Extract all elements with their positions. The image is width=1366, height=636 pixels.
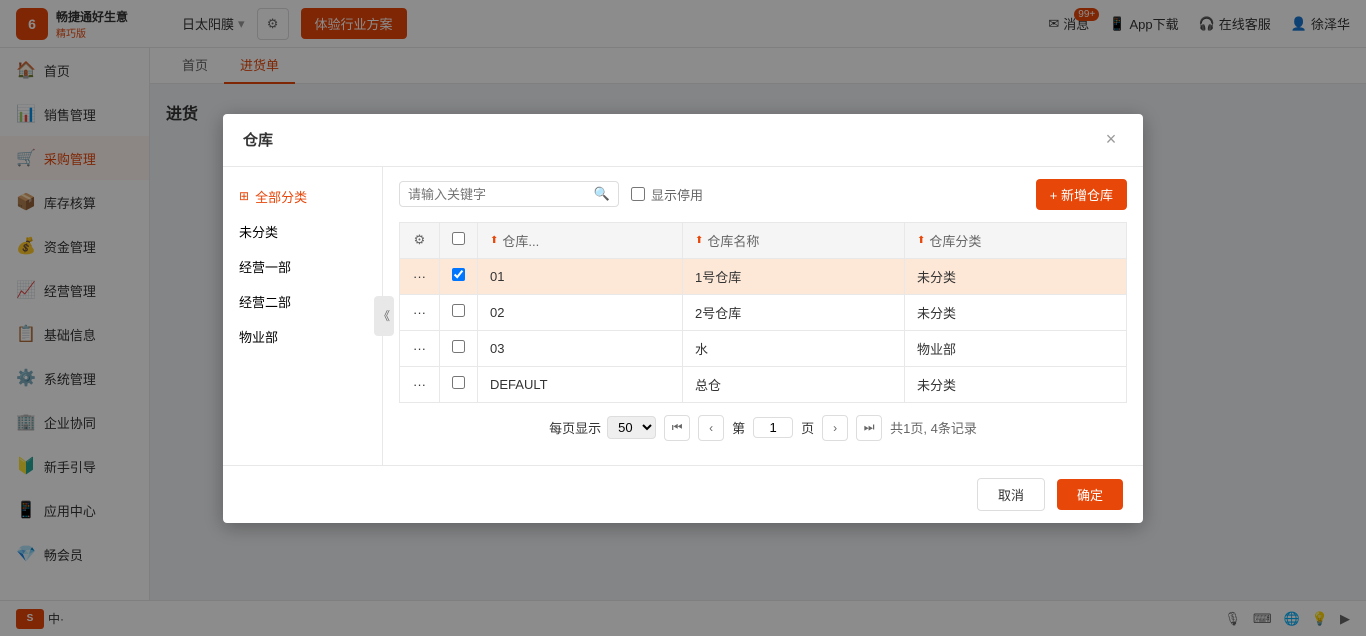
page-number-input[interactable] — [753, 417, 793, 438]
tree-panel: ⊞全部分类未分类经营一部经营二部物业部 《 — [223, 167, 383, 465]
tree-item-ops2[interactable]: 经营二部 — [223, 284, 382, 319]
table-row[interactable]: ··· 02 2号仓库 未分类 — [400, 294, 1127, 330]
row-code: DEFAULT — [478, 366, 683, 402]
tree-item-all[interactable]: ⊞全部分类 — [223, 179, 382, 214]
table-row[interactable]: ··· 01 1号仓库 未分类 — [400, 258, 1127, 294]
row-category: 物业部 — [904, 330, 1126, 366]
check-column-header — [440, 222, 478, 258]
row-actions[interactable]: ··· — [400, 366, 440, 402]
warehouse-modal: 仓库 × ⊞全部分类未分类经营一部经营二部物业部 《 🔍 — [223, 114, 1143, 523]
cancel-button[interactable]: 取消 — [977, 478, 1045, 511]
confirm-button[interactable]: 确定 — [1057, 479, 1123, 510]
sort-icon-name: ⬆ — [695, 235, 703, 246]
sort-icon: ⬆ — [490, 235, 498, 246]
tree-item-property[interactable]: 物业部 — [223, 319, 382, 354]
modal-footer: 取消 确定 — [223, 465, 1143, 523]
page-info: 共1页, 4条记录 — [890, 418, 977, 437]
row-checkbox-0[interactable] — [452, 268, 465, 281]
page-size-selector: 每页显示 50 — [549, 416, 656, 439]
row-category: 未分类 — [904, 258, 1126, 294]
search-input[interactable] — [408, 187, 594, 202]
table-toolbar: 🔍 显示停用 + 新增仓库 — [399, 179, 1127, 210]
code-column-header: ⬆ 仓库... — [478, 222, 683, 258]
row-checkbox-2[interactable] — [452, 340, 465, 353]
table-row[interactable]: ··· DEFAULT 总仓 未分类 — [400, 366, 1127, 402]
modal-close-button[interactable]: × — [1099, 128, 1123, 152]
row-checkbox-3[interactable] — [452, 376, 465, 389]
row-name: 1号仓库 — [683, 258, 905, 294]
warehouse-table: ⚙ ⬆ 仓库... — [399, 222, 1127, 403]
table-header: ⚙ ⬆ 仓库... — [400, 222, 1127, 258]
row-code: 02 — [478, 294, 683, 330]
show-disabled-option: 显示停用 — [631, 185, 703, 204]
row-category: 未分类 — [904, 366, 1126, 402]
table-row[interactable]: ··· 03 水 物业部 — [400, 330, 1127, 366]
page-size-select[interactable]: 50 — [607, 416, 656, 439]
row-code: 01 — [478, 258, 683, 294]
modal-title: 仓库 — [243, 129, 273, 150]
last-page-button[interactable]: ⏭ — [856, 415, 882, 441]
row-actions[interactable]: ··· — [400, 258, 440, 294]
modal-header: 仓库 × — [223, 114, 1143, 167]
next-page-button[interactable]: › — [822, 415, 848, 441]
row-name: 总仓 — [683, 366, 905, 402]
actions-column-header: ⚙ — [400, 222, 440, 258]
tree-items: ⊞全部分类未分类经营一部经营二部物业部 — [223, 179, 382, 354]
table-panel: 🔍 显示停用 + 新增仓库 ⚙ — [383, 167, 1143, 465]
row-check-cell — [440, 258, 478, 294]
name-column-header: ⬆ 仓库名称 — [683, 222, 905, 258]
row-check-cell — [440, 366, 478, 402]
row-category: 未分类 — [904, 294, 1126, 330]
row-actions[interactable]: ··· — [400, 294, 440, 330]
row-name: 水 — [683, 330, 905, 366]
tree-item-none[interactable]: 未分类 — [223, 214, 382, 249]
pagination: 每页显示 50 ⏮ ‹ 第 页 › ⏭ 共1页, 4条记录 — [399, 403, 1127, 453]
row-check-cell — [440, 294, 478, 330]
modal-overlay: 仓库 × ⊞全部分类未分类经营一部经营二部物业部 《 🔍 — [0, 0, 1366, 636]
modal-body: ⊞全部分类未分类经营一部经营二部物业部 《 🔍 显示停用 + 新增仓库 — [223, 167, 1143, 465]
category-column-header: ⬆ 仓库分类 — [904, 222, 1126, 258]
sort-icon-category: ⬆ — [917, 235, 925, 246]
search-box: 🔍 — [399, 181, 619, 207]
tree-item-ops1[interactable]: 经营一部 — [223, 249, 382, 284]
add-warehouse-button[interactable]: + 新增仓库 — [1036, 179, 1127, 210]
first-page-button[interactable]: ⏮ — [664, 415, 690, 441]
prev-page-button[interactable]: ‹ — [698, 415, 724, 441]
row-name: 2号仓库 — [683, 294, 905, 330]
show-disabled-checkbox[interactable] — [631, 187, 645, 201]
tree-collapse-button[interactable]: 《 — [374, 296, 394, 336]
search-icon[interactable]: 🔍 — [594, 186, 610, 202]
row-actions[interactable]: ··· — [400, 330, 440, 366]
row-checkbox-1[interactable] — [452, 304, 465, 317]
row-check-cell — [440, 330, 478, 366]
table-body: ··· 01 1号仓库 未分类 ··· 02 2号仓库 未分类 ··· 03 水… — [400, 258, 1127, 402]
select-all-checkbox[interactable] — [452, 232, 465, 245]
row-code: 03 — [478, 330, 683, 366]
tree-icon-all: ⊞ — [239, 189, 249, 203]
